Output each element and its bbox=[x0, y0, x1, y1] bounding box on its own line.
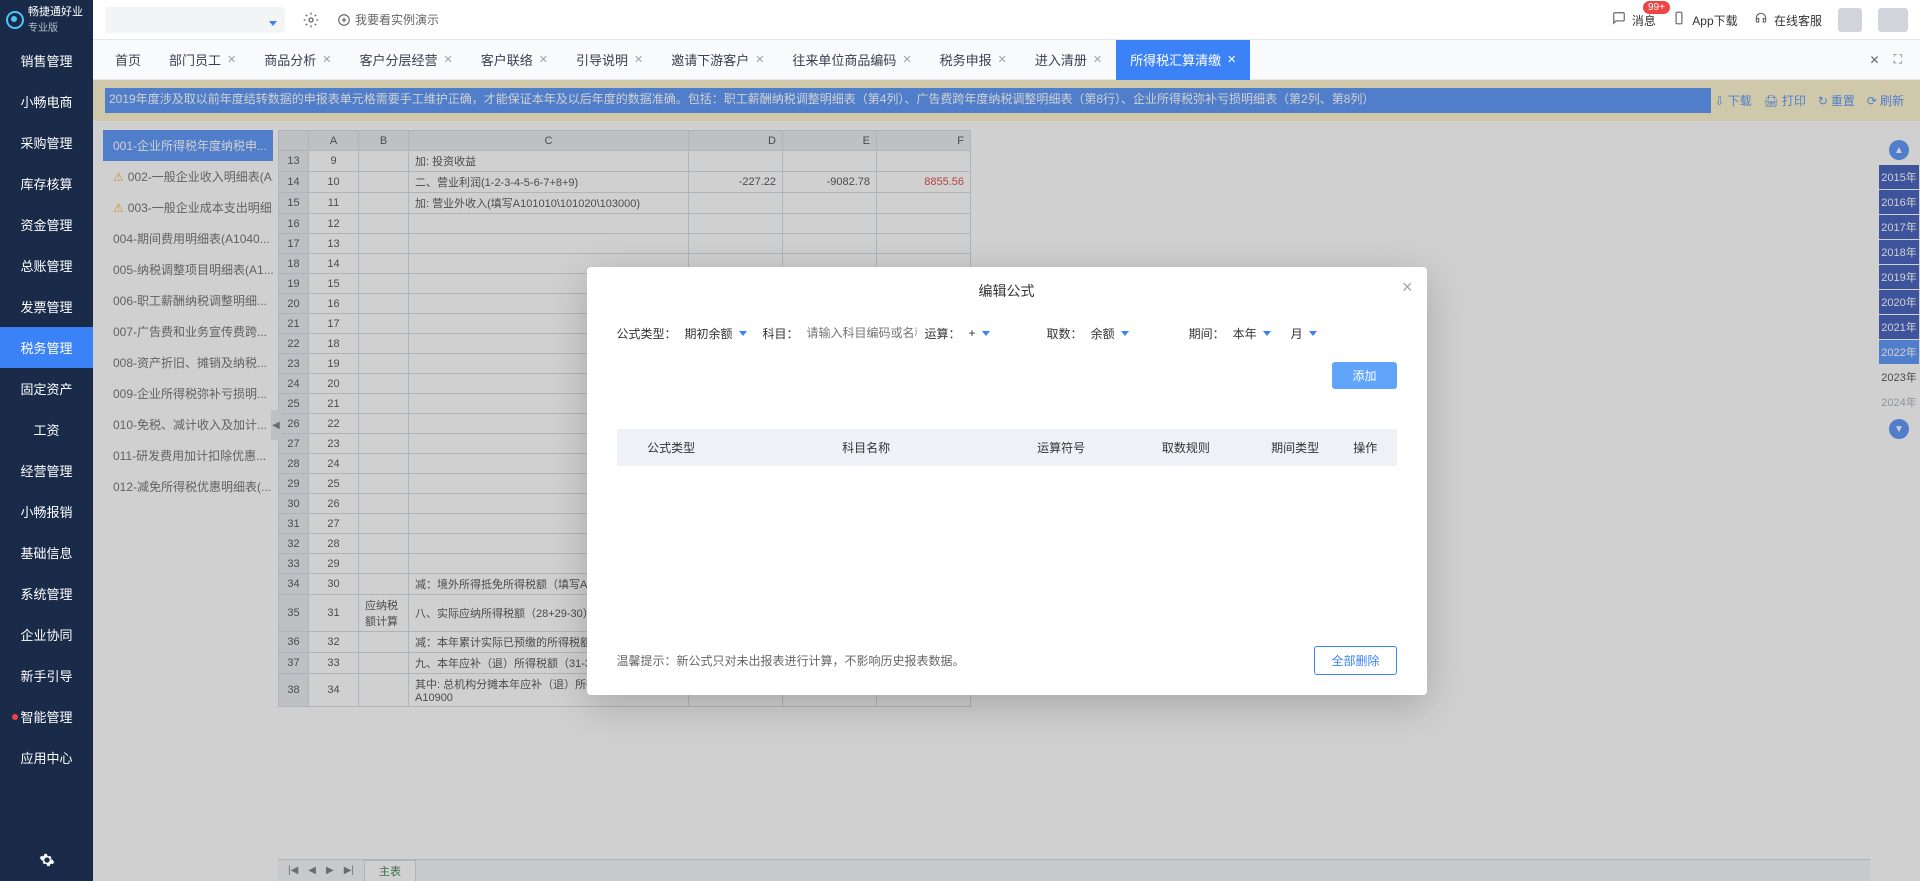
tab-close-icon[interactable]: ✕ bbox=[1227, 53, 1236, 66]
label-period: 期间： bbox=[1189, 325, 1225, 342]
nav-item-7[interactable]: 税务管理 bbox=[0, 327, 93, 368]
tab-9[interactable]: 进入清册✕ bbox=[1021, 40, 1116, 80]
nav-item-17[interactable]: 应用中心 bbox=[0, 737, 93, 778]
modal-th: 操作 bbox=[1334, 429, 1396, 466]
chevron-down-icon bbox=[1121, 328, 1129, 339]
chevron-down-icon bbox=[982, 328, 990, 339]
modal-th: 取数规则 bbox=[1116, 429, 1256, 466]
nav-item-5[interactable]: 总账管理 bbox=[0, 245, 93, 286]
tab-bar: 首页部门员工✕商品分析✕客户分层经营✕客户联络✕引导说明✕邀请下游客户✕往来单位… bbox=[93, 40, 1920, 80]
modal-th: 运算符号 bbox=[1007, 429, 1116, 466]
logo-icon bbox=[6, 11, 24, 29]
add-button[interactable]: 添加 bbox=[1332, 362, 1396, 389]
tab-7[interactable]: 往来单位商品编码✕ bbox=[778, 40, 925, 80]
nav-item-9[interactable]: 工资 bbox=[0, 409, 93, 450]
nav-item-0[interactable]: 销售管理 bbox=[0, 40, 93, 81]
sidebar: 畅捷通好业 专业版 销售管理小畅电商采购管理库存核算资金管理总账管理发票管理税务… bbox=[0, 0, 93, 881]
label-subject: 科目： bbox=[763, 325, 799, 342]
tab-close-icon[interactable]: ✕ bbox=[634, 53, 643, 66]
tab-2[interactable]: 商品分析✕ bbox=[250, 40, 345, 80]
tab-close-icon[interactable]: ✕ bbox=[902, 53, 911, 66]
avatar-secondary[interactable] bbox=[1878, 8, 1908, 32]
chat-icon bbox=[337, 13, 351, 27]
modal-tip: 温馨提示：新公式只对未出报表进行计算，不影响历史报表数据。 bbox=[617, 652, 965, 669]
nav-item-3[interactable]: 库存核算 bbox=[0, 163, 93, 204]
nav-item-10[interactable]: 经营管理 bbox=[0, 450, 93, 491]
settings-button[interactable] bbox=[0, 842, 93, 881]
tab-3[interactable]: 客户分层经营✕ bbox=[345, 40, 466, 80]
tab-4[interactable]: 客户联络✕ bbox=[467, 40, 562, 80]
chevron-down-icon bbox=[1263, 328, 1271, 339]
tab-close-icon[interactable]: ✕ bbox=[1093, 53, 1102, 66]
label-type: 公式类型： bbox=[617, 325, 677, 342]
headset-icon bbox=[1754, 11, 1768, 25]
logo[interactable]: 畅捷通好业 专业版 bbox=[0, 0, 93, 40]
message-button[interactable]: 消息 99+ bbox=[1612, 11, 1656, 29]
avatar[interactable] bbox=[1838, 8, 1862, 32]
select-op[interactable]: + bbox=[969, 326, 1039, 340]
nav-item-15[interactable]: 新手引导 bbox=[0, 655, 93, 696]
nav-item-1[interactable]: 小畅电商 bbox=[0, 81, 93, 122]
label-op: 运算： bbox=[925, 325, 961, 342]
chevron-down-icon bbox=[269, 15, 277, 29]
nav-item-16[interactable]: 智能管理 bbox=[0, 696, 93, 737]
select-month[interactable]: 月 bbox=[1291, 325, 1331, 342]
tab-close-icon[interactable]: ✕ bbox=[998, 53, 1007, 66]
topbar: 我要看实例演示 消息 99+ App下载 在线客服 bbox=[93, 0, 1920, 40]
nav-item-13[interactable]: 系统管理 bbox=[0, 573, 93, 614]
expand-tabs[interactable]: ⛶ bbox=[1894, 52, 1902, 67]
clear-all-button[interactable]: 全部删除 bbox=[1314, 646, 1396, 675]
close-icon[interactable]: × bbox=[1402, 277, 1413, 298]
modal-th: 公式类型 bbox=[617, 429, 726, 466]
tab-5[interactable]: 引导说明✕ bbox=[562, 40, 657, 80]
tab-close-icon[interactable]: ✕ bbox=[444, 53, 453, 66]
tab-close-icon[interactable]: ✕ bbox=[227, 53, 236, 66]
nav-item-6[interactable]: 发票管理 bbox=[0, 286, 93, 327]
tab-close-icon[interactable]: ✕ bbox=[755, 53, 764, 66]
subject-input[interactable] bbox=[807, 326, 917, 341]
modal-th: 科目名称 bbox=[726, 429, 1007, 466]
edit-formula-modal: 编辑公式 × 公式类型： 期初余额 科目： 运算： + 取数： 余额 期间： 本 bbox=[587, 267, 1427, 695]
service-button[interactable]: 在线客服 bbox=[1754, 11, 1822, 29]
label-count: 取数： bbox=[1047, 325, 1083, 342]
formula-table: 公式类型科目名称运算符号取数规则期间类型操作 bbox=[617, 429, 1397, 466]
company-dropdown[interactable] bbox=[105, 7, 285, 33]
chevron-down-icon bbox=[739, 328, 747, 339]
tab-0[interactable]: 首页 bbox=[101, 40, 155, 80]
chevron-down-icon bbox=[1309, 328, 1317, 339]
select-count[interactable]: 余额 bbox=[1091, 325, 1181, 342]
tab-close-icon[interactable]: ✕ bbox=[539, 53, 548, 66]
modal-title: 编辑公式 bbox=[979, 283, 1035, 299]
modal-th: 期间类型 bbox=[1256, 429, 1334, 466]
message-badge: 99+ bbox=[1643, 1, 1670, 14]
nav-item-8[interactable]: 固定资产 bbox=[0, 368, 93, 409]
select-year[interactable]: 本年 bbox=[1233, 325, 1283, 342]
gear-icon bbox=[39, 852, 55, 868]
nav-item-14[interactable]: 企业协同 bbox=[0, 614, 93, 655]
message-icon bbox=[1612, 11, 1626, 25]
settings-icon[interactable] bbox=[303, 12, 319, 28]
nav-item-11[interactable]: 小畅报销 bbox=[0, 491, 93, 532]
tab-6[interactable]: 邀请下游客户✕ bbox=[657, 40, 778, 80]
logo-name: 畅捷通好业 bbox=[28, 6, 83, 18]
nav-item-4[interactable]: 资金管理 bbox=[0, 204, 93, 245]
logo-edition: 专业版 bbox=[28, 19, 83, 34]
tab-close-icon[interactable]: ✕ bbox=[322, 53, 331, 66]
nav-item-12[interactable]: 基础信息 bbox=[0, 532, 93, 573]
nav-item-2[interactable]: 采购管理 bbox=[0, 122, 93, 163]
select-type[interactable]: 期初余额 bbox=[685, 325, 755, 342]
demo-link[interactable]: 我要看实例演示 bbox=[337, 11, 439, 28]
tab-8[interactable]: 税务申报✕ bbox=[926, 40, 1021, 80]
phone-icon bbox=[1672, 11, 1686, 25]
app-download-button[interactable]: App下载 bbox=[1672, 11, 1738, 29]
close-all-tabs[interactable]: ✕ bbox=[1870, 53, 1880, 67]
tab-10[interactable]: 所得税汇算清缴✕ bbox=[1116, 40, 1250, 80]
tab-1[interactable]: 部门员工✕ bbox=[155, 40, 250, 80]
